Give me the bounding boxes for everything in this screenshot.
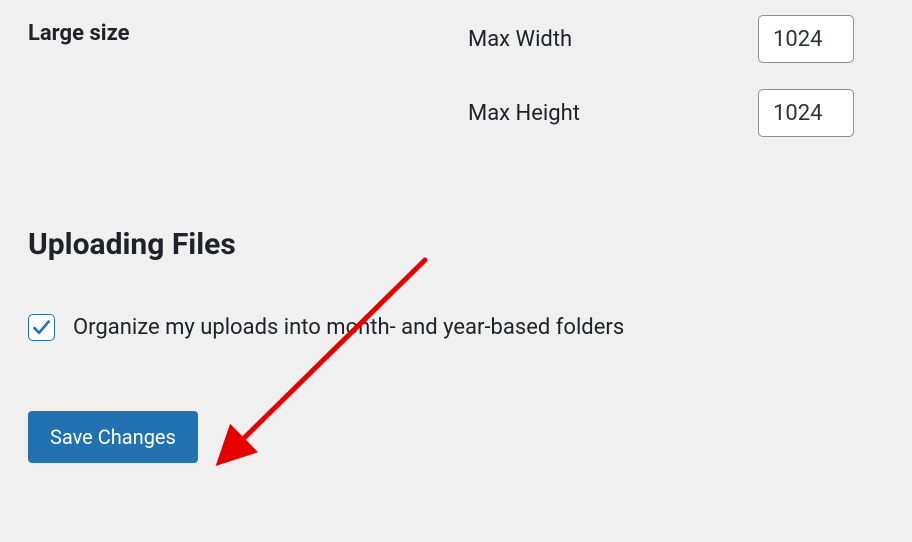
max-width-field: Max Width [468, 15, 854, 63]
organize-uploads-label[interactable]: Organize my uploads into month- and year… [73, 315, 624, 340]
large-size-fields: Max Width Max Height [468, 15, 854, 137]
save-changes-button[interactable]: Save Changes [28, 411, 198, 463]
large-size-label: Large size [28, 15, 468, 46]
annotation-arrow-icon [215, 255, 445, 470]
organize-uploads-checkbox[interactable] [28, 314, 55, 341]
check-icon [32, 318, 51, 337]
organize-uploads-row: Organize my uploads into month- and year… [28, 314, 884, 341]
max-width-input[interactable] [758, 15, 854, 63]
uploading-files-heading: Uploading Files [28, 227, 884, 262]
large-size-row: Large size Max Width Max Height [28, 15, 884, 137]
max-height-input[interactable] [758, 89, 854, 137]
max-height-field: Max Height [468, 89, 854, 137]
max-width-label: Max Width [468, 27, 758, 52]
max-height-label: Max Height [468, 101, 758, 126]
